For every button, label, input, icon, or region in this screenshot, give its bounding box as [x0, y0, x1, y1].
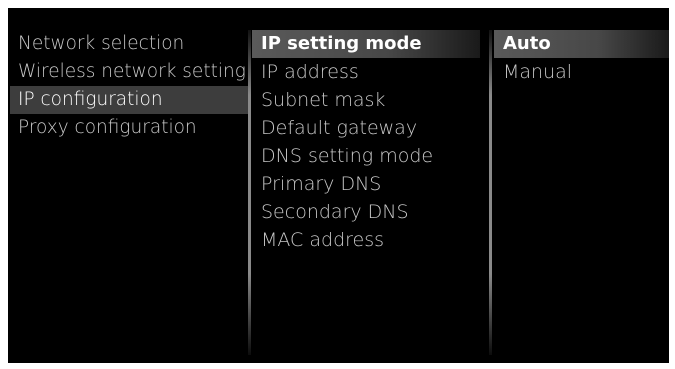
menu-item-mac-address[interactable]: MAC address — [252, 226, 480, 254]
menu-item-ip-address[interactable]: IP address — [252, 58, 480, 86]
menu-item-proxy-configuration[interactable]: Proxy configuration — [10, 114, 248, 142]
ip-configuration-column: IP setting mode IP address Subnet mask D… — [252, 30, 480, 363]
menu-item-ip-configuration[interactable]: IP configuration — [10, 86, 248, 114]
network-menu-column: Network selection Wireless network setti… — [10, 30, 248, 363]
menu-item-default-gateway[interactable]: Default gateway — [252, 114, 480, 142]
column-divider — [489, 30, 492, 355]
menu-item-wireless-network-setting[interactable]: Wireless network setting — [10, 58, 248, 86]
menu-item-ip-setting-mode[interactable]: IP setting mode — [252, 30, 480, 58]
menu-item-primary-dns[interactable]: Primary DNS — [252, 170, 480, 198]
ip-setting-mode-options-column: Auto Manual — [494, 30, 669, 363]
option-auto[interactable]: Auto — [494, 30, 669, 58]
menu-item-dns-setting-mode[interactable]: DNS setting mode — [252, 142, 480, 170]
menu-item-secondary-dns[interactable]: Secondary DNS — [252, 198, 480, 226]
option-manual[interactable]: Manual — [494, 58, 669, 86]
tv-settings-screen: Network selection Wireless network setti… — [8, 8, 669, 363]
menu-item-network-selection[interactable]: Network selection — [10, 30, 248, 58]
menu-item-subnet-mask[interactable]: Subnet mask — [252, 86, 480, 114]
column-divider — [248, 30, 251, 355]
